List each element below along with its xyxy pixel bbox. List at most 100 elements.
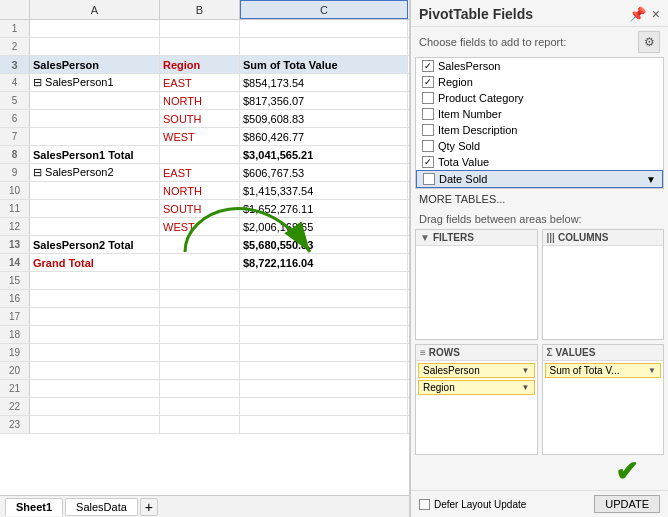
cell-b[interactable]: NORTH xyxy=(160,182,240,199)
cell-a[interactable] xyxy=(30,200,160,217)
cell-b[interactable]: Region xyxy=(160,56,240,73)
field-checkbox[interactable] xyxy=(422,108,434,120)
field-checkbox[interactable] xyxy=(422,124,434,136)
sheet-tab-salesdata[interactable]: SalesData xyxy=(65,498,138,516)
field-checkbox[interactable] xyxy=(422,140,434,152)
pivot-field-item[interactable]: ✓Tota Value xyxy=(416,154,663,170)
cell-a[interactable] xyxy=(30,20,160,37)
cell-a[interactable]: SalesPerson xyxy=(30,56,160,73)
cell-a[interactable] xyxy=(30,308,160,325)
cell-c[interactable]: Sum of Tota Value xyxy=(240,56,408,73)
cell-a[interactable] xyxy=(30,92,160,109)
table-row[interactable]: 21 xyxy=(0,380,409,398)
cell-a[interactable]: SalesPerson1 Total xyxy=(30,146,160,163)
cell-b[interactable] xyxy=(160,254,240,271)
pivot-field-item[interactable]: ✓SalesPerson xyxy=(416,58,663,74)
cell-b[interactable] xyxy=(160,344,240,361)
cell-c[interactable]: $509,608.83 xyxy=(240,110,408,127)
table-row[interactable]: 4⊟ SalesPerson1EAST$854,173.54 xyxy=(0,74,409,92)
field-checkbox[interactable]: ✓ xyxy=(422,60,434,72)
pivot-field-item[interactable]: Date Sold▼ xyxy=(416,170,663,188)
cell-a[interactable] xyxy=(30,416,160,433)
cell-c[interactable]: $854,173.54 xyxy=(240,74,408,91)
table-row[interactable]: 2 xyxy=(0,38,409,56)
table-row[interactable]: 8SalesPerson1 Total$3,041,565.21 xyxy=(0,146,409,164)
cell-b[interactable] xyxy=(160,20,240,37)
cell-a[interactable]: ⊟ SalesPerson2 xyxy=(30,164,160,181)
table-row[interactable]: 19 xyxy=(0,344,409,362)
pivot-field-item[interactable]: Product Category xyxy=(416,90,663,106)
cell-b[interactable] xyxy=(160,308,240,325)
cell-c[interactable]: $1,652,276.11 xyxy=(240,200,408,217)
cell-a[interactable] xyxy=(30,128,160,145)
cell-a[interactable]: Grand Total xyxy=(30,254,160,271)
field-checkbox[interactable] xyxy=(423,173,435,185)
update-button[interactable]: UPDATE xyxy=(594,495,660,513)
table-row[interactable]: 13SalesPerson2 Total$5,680,550.83 xyxy=(0,236,409,254)
table-row[interactable]: 22 xyxy=(0,398,409,416)
table-row[interactable]: 11SOUTH$1,652,276.11 xyxy=(0,200,409,218)
cell-a[interactable] xyxy=(30,38,160,55)
cell-b[interactable] xyxy=(160,146,240,163)
table-row[interactable]: 9⊟ SalesPerson2EAST$606,767.53 xyxy=(0,164,409,182)
cell-c[interactable]: $1,415,337.54 xyxy=(240,182,408,199)
cell-b[interactable]: EAST xyxy=(160,164,240,181)
cell-b[interactable] xyxy=(160,236,240,253)
close-icon[interactable]: × xyxy=(652,6,660,22)
table-row[interactable]: 15 xyxy=(0,272,409,290)
cell-b[interactable]: SOUTH xyxy=(160,200,240,217)
cell-c[interactable] xyxy=(240,362,408,379)
cell-c[interactable]: $3,041,565.21 xyxy=(240,146,408,163)
table-row[interactable]: 14Grand Total$8,722,116.04 xyxy=(0,254,409,272)
cell-c[interactable] xyxy=(240,308,408,325)
pivot-more-tables[interactable]: MORE TABLES... xyxy=(411,189,668,209)
cell-c[interactable] xyxy=(240,416,408,433)
pivot-field-item[interactable]: Qty Sold xyxy=(416,138,663,154)
cell-b[interactable]: WEST xyxy=(160,128,240,145)
field-dropdown-arrow[interactable]: ▼ xyxy=(646,174,656,185)
cell-c[interactable] xyxy=(240,38,408,55)
cell-c[interactable] xyxy=(240,380,408,397)
cell-b[interactable]: SOUTH xyxy=(160,110,240,127)
values-area-item[interactable]: Sum of Tota V... ▼ xyxy=(545,363,662,378)
pivot-field-item[interactable]: Item Description xyxy=(416,122,663,138)
cell-a[interactable] xyxy=(30,380,160,397)
cell-b[interactable] xyxy=(160,272,240,289)
table-row[interactable]: 17 xyxy=(0,308,409,326)
field-checkbox[interactable] xyxy=(422,92,434,104)
cell-c[interactable] xyxy=(240,344,408,361)
field-checkbox[interactable]: ✓ xyxy=(422,156,434,168)
cell-c[interactable] xyxy=(240,398,408,415)
cell-c[interactable] xyxy=(240,272,408,289)
cell-b[interactable] xyxy=(160,38,240,55)
cell-b[interactable] xyxy=(160,398,240,415)
pivot-field-item[interactable]: ✓Region xyxy=(416,74,663,90)
cell-c[interactable] xyxy=(240,20,408,37)
cell-a[interactable] xyxy=(30,218,160,235)
cell-a[interactable] xyxy=(30,290,160,307)
defer-checkbox[interactable] xyxy=(419,499,430,510)
table-row[interactable]: 10NORTH$1,415,337.54 xyxy=(0,182,409,200)
cell-a[interactable] xyxy=(30,110,160,127)
rows-area-item[interactable]: Region ▼ xyxy=(418,380,535,395)
pivot-gear-button[interactable]: ⚙ xyxy=(638,31,660,53)
cell-b[interactable]: NORTH xyxy=(160,92,240,109)
cell-a[interactable] xyxy=(30,398,160,415)
cell-a[interactable] xyxy=(30,182,160,199)
table-row[interactable]: 5NORTH$817,356.07 xyxy=(0,92,409,110)
cell-b[interactable]: EAST xyxy=(160,74,240,91)
table-row[interactable]: 1 xyxy=(0,20,409,38)
table-row[interactable]: 16 xyxy=(0,290,409,308)
item-dropdown-arrow[interactable]: ▼ xyxy=(648,366,656,375)
cell-a[interactable] xyxy=(30,326,160,343)
cell-c[interactable] xyxy=(240,326,408,343)
table-row[interactable]: 18 xyxy=(0,326,409,344)
table-row[interactable]: 6SOUTH$509,608.83 xyxy=(0,110,409,128)
table-row[interactable]: 23 xyxy=(0,416,409,434)
cell-b[interactable] xyxy=(160,290,240,307)
cell-c[interactable]: $817,356.07 xyxy=(240,92,408,109)
cell-b[interactable] xyxy=(160,326,240,343)
cell-a[interactable]: ⊟ SalesPerson1 xyxy=(30,74,160,91)
pivot-field-item[interactable]: Item Number xyxy=(416,106,663,122)
cell-c[interactable] xyxy=(240,290,408,307)
